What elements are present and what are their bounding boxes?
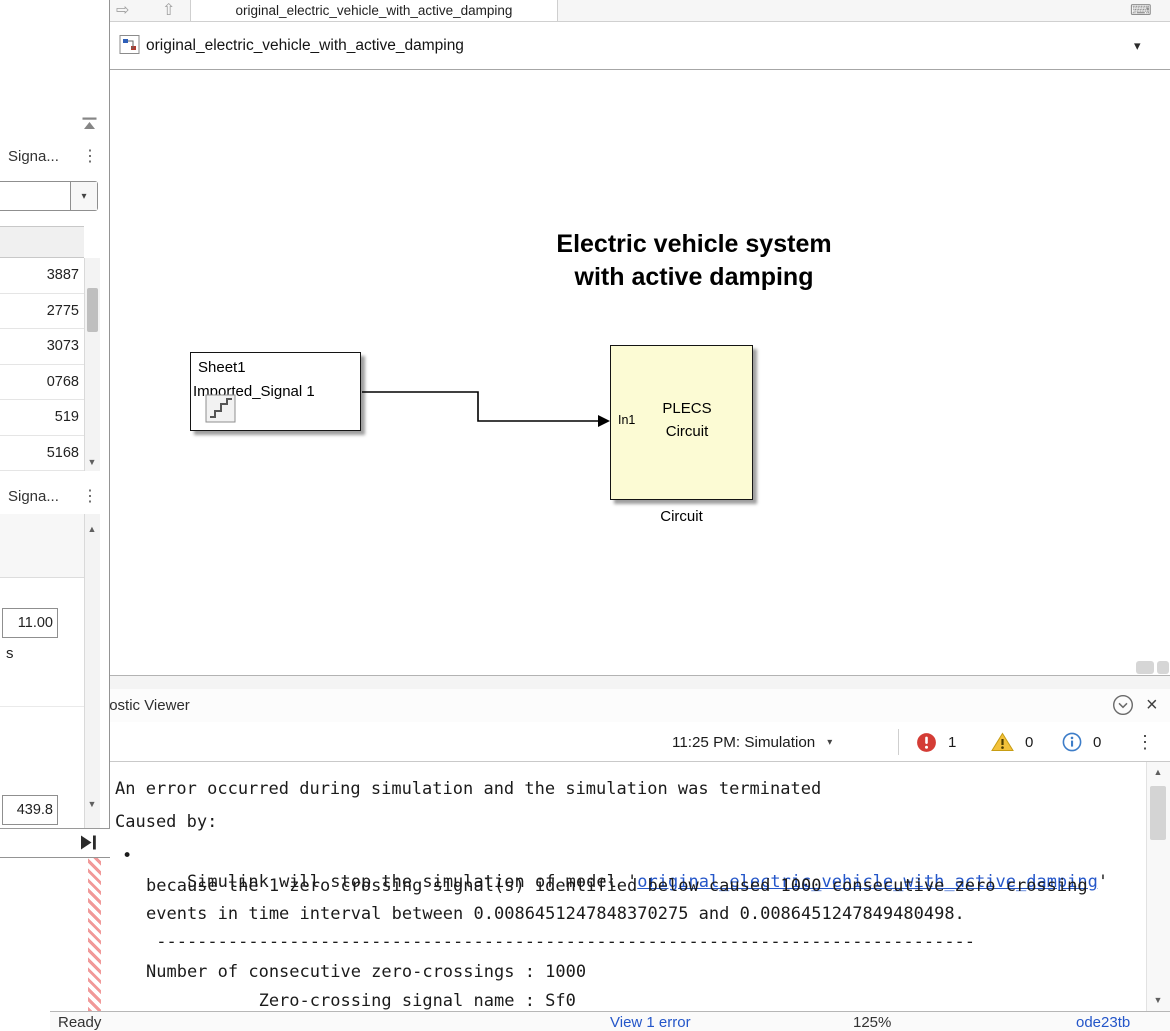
warning-filter-button[interactable]: 0 [991, 722, 1033, 762]
combobox-input[interactable] [0, 182, 70, 210]
simulink-model-icon [119, 34, 140, 55]
canvas-title-line2: with active damping [494, 263, 894, 292]
line3-text-after: ' [1098, 872, 1108, 892]
breadcrumb-model-name[interactable]: original_electric_vehicle_with_active_da… [146, 22, 464, 70]
scroll-down-button[interactable]: ▼ [84, 453, 100, 471]
signal-waveform-icon [205, 394, 242, 425]
cursor-value-input[interactable] [2, 795, 58, 825]
bullet-icon: • [122, 843, 132, 869]
diagnostic-line: Caused by: [115, 809, 217, 835]
signal-combobox[interactable]: ▾ [0, 181, 98, 211]
scroll-up-button[interactable]: ▲ [1146, 764, 1170, 780]
signal-table-header [0, 226, 84, 258]
panel-splitter[interactable] [50, 676, 1170, 689]
signal-group-band [0, 514, 84, 578]
info-icon [1062, 732, 1082, 752]
warning-icon [991, 732, 1014, 752]
diagnostic-viewer-header [50, 689, 1170, 722]
solver-link[interactable]: ode23tb [1076, 1014, 1130, 1031]
diagnostic-line: events in time interval between 0.008645… [146, 901, 965, 927]
scroll-down-button[interactable]: ▼ [1146, 992, 1170, 1008]
error-marker-stripe [88, 843, 101, 1011]
collapse-panel-icon[interactable] [80, 116, 99, 132]
collapse-chevron-icon[interactable] [1112, 694, 1134, 716]
view-error-link[interactable]: View 1 error [610, 1014, 691, 1031]
combobox-dropdown-button[interactable]: ▾ [70, 182, 97, 210]
plecs-block-label: PLECS Circuit [628, 397, 746, 443]
model-tab-label: original_electric_vehicle_with_active_da… [236, 3, 513, 18]
close-icon[interactable]: × [1146, 689, 1158, 722]
section-menu-icon[interactable]: ⋮ [82, 146, 98, 166]
signals-section-title: Signa... [8, 148, 59, 165]
error-count: 1 [948, 734, 956, 751]
row-divider [0, 706, 84, 707]
signal-value-cell[interactable]: 3073 [0, 329, 84, 365]
info-count: 0 [1093, 734, 1101, 751]
forward-arrow-icon[interactable]: ⇨ [116, 0, 129, 22]
signal-connector-line[interactable] [361, 384, 613, 430]
source-block-name-line1: Sheet1 [198, 359, 246, 376]
plecs-block-caption: Circuit [610, 508, 753, 525]
signal-value-cell[interactable]: 0768 [0, 365, 84, 401]
run-selector[interactable]: 11:25 PM: Simulation ▾ [672, 722, 832, 762]
data-inspector-panel: Signa... ⋮ ▾ 3887 2775 3073 0768 519 516… [0, 0, 110, 858]
h-scrollbar-fragment[interactable] [1157, 661, 1169, 674]
error-filter-button[interactable]: 1 [916, 722, 956, 762]
diagnostic-line: because the 1 zero crossing signal(s) id… [146, 873, 1088, 899]
signal-value-cell[interactable]: 5168 [0, 436, 84, 472]
chevron-down-icon: ▾ [827, 737, 832, 748]
signal-value-cell[interactable]: 2775 [0, 294, 84, 330]
up-arrow-icon[interactable]: ⇧ [162, 0, 175, 22]
section-menu-icon[interactable]: ⋮ [82, 486, 98, 506]
scroll-up-button[interactable]: ▲ [84, 520, 100, 538]
simulink-window: ⇨ ⇧ original_electric_vehicle_with_activ… [0, 0, 1170, 1031]
status-text: Ready [58, 1014, 101, 1031]
signal-value-cell[interactable]: 3887 [0, 258, 84, 294]
model-tab[interactable]: original_electric_vehicle_with_active_da… [190, 0, 558, 21]
plecs-label-line2: Circuit [628, 420, 746, 443]
error-icon [916, 732, 937, 753]
info-filter-button[interactable]: 0 [1062, 722, 1101, 762]
h-scrollbar-fragment[interactable] [1136, 661, 1154, 674]
scrollbar-thumb[interactable] [87, 288, 98, 332]
signals-section-title: Signa... [8, 488, 59, 505]
skip-to-end-icon[interactable] [78, 833, 99, 852]
scrollbar-thumb[interactable] [1150, 786, 1166, 840]
diagnostic-line: An error occurred during simulation and … [115, 776, 821, 802]
breadcrumb-dropdown-icon[interactable]: ▾ [1134, 22, 1141, 70]
toolbar-separator [898, 729, 899, 755]
warning-count: 0 [1025, 734, 1033, 751]
time-value-input[interactable] [2, 608, 58, 638]
diagnostic-line: Number of consecutive zero-crossings : 1… [146, 959, 586, 985]
time-unit-label: s [6, 645, 14, 662]
overflow-menu-icon[interactable]: ⋮ [1136, 722, 1154, 762]
scrollbar-track[interactable] [84, 514, 100, 828]
signal-value-cell[interactable]: 519 [0, 400, 84, 436]
scroll-down-button[interactable]: ▼ [84, 795, 100, 813]
chevron-down-icon: ▾ [81, 191, 86, 202]
canvas-title-line1: Electric vehicle system [494, 230, 894, 259]
plecs-label-line1: PLECS [628, 397, 746, 420]
keyboard-icon[interactable]: ⌨ [1130, 0, 1152, 22]
run-selector-label: 11:25 PM: Simulation [672, 734, 815, 751]
zoom-level[interactable]: 125% [853, 1014, 891, 1031]
diagnostic-line: ----------------------------------------… [146, 929, 975, 955]
